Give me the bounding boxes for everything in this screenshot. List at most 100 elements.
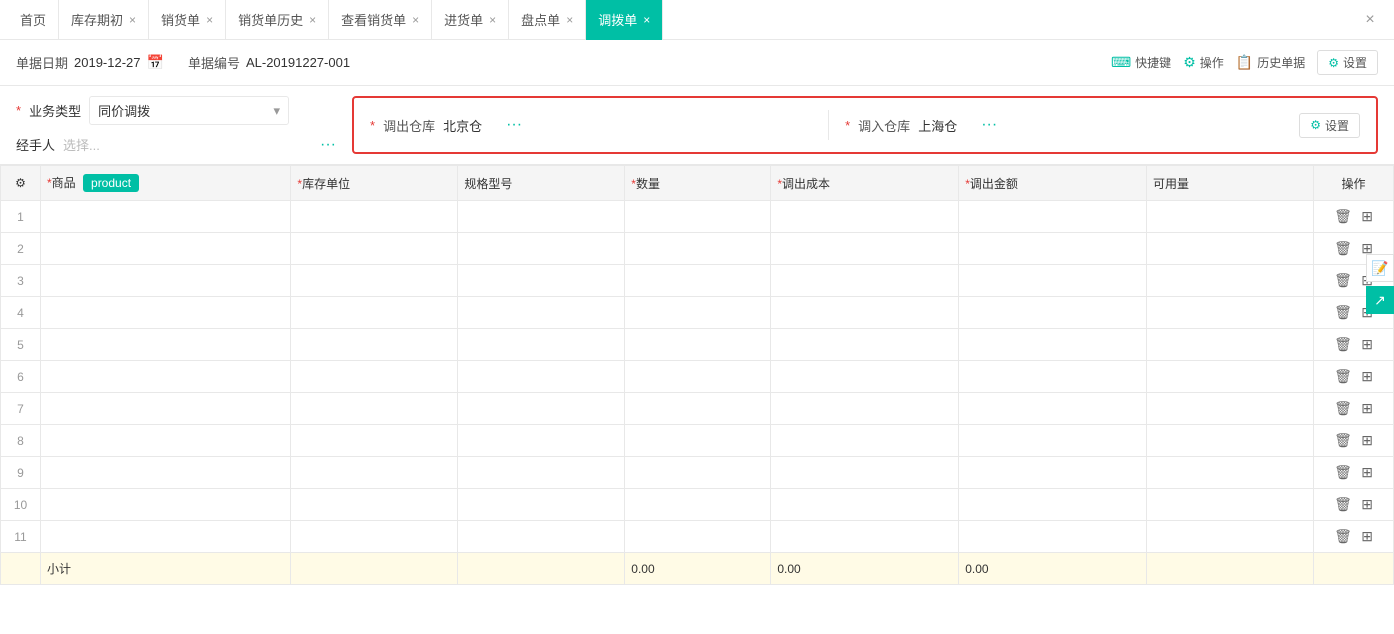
- row-available[interactable]: [1147, 233, 1314, 265]
- row-cost[interactable]: [771, 393, 959, 425]
- delete-button[interactable]: 🗑: [1331, 464, 1355, 481]
- row-qty[interactable]: [625, 521, 771, 553]
- row-cost[interactable]: [771, 329, 959, 361]
- operation-action[interactable]: ⚙ 操作: [1183, 54, 1224, 71]
- tab-sales-history[interactable]: 销货单历史 ×: [226, 0, 329, 40]
- row-qty[interactable]: [625, 361, 771, 393]
- row-amount[interactable]: [959, 361, 1147, 393]
- row-available[interactable]: [1147, 489, 1314, 521]
- row-qty[interactable]: [625, 329, 771, 361]
- row-qty[interactable]: [625, 425, 771, 457]
- delete-button[interactable]: 🗑: [1331, 208, 1355, 225]
- row-cost[interactable]: [771, 361, 959, 393]
- row-amount[interactable]: [959, 265, 1147, 297]
- row-product[interactable]: [41, 361, 291, 393]
- row-unit[interactable]: [291, 297, 458, 329]
- row-qty[interactable]: [625, 457, 771, 489]
- row-unit[interactable]: [291, 457, 458, 489]
- row-unit[interactable]: [291, 425, 458, 457]
- delete-button[interactable]: 🗑: [1331, 496, 1355, 513]
- close-icon[interactable]: ×: [309, 14, 316, 26]
- copy-button[interactable]: ⊞: [1358, 432, 1376, 449]
- tab-view-sales[interactable]: 查看销货单 ×: [329, 0, 432, 40]
- row-cost[interactable]: [771, 297, 959, 329]
- row-product[interactable]: [41, 297, 291, 329]
- delete-button[interactable]: 🗑: [1331, 304, 1355, 321]
- business-type-select[interactable]: 同价调拨 ▾: [89, 96, 289, 125]
- tab-inventory-init[interactable]: 库存期初 ×: [59, 0, 149, 40]
- copy-button[interactable]: ⊞: [1358, 496, 1376, 513]
- row-qty[interactable]: [625, 265, 771, 297]
- tab-purchase[interactable]: 进货单 ×: [432, 0, 509, 40]
- row-unit[interactable]: [291, 521, 458, 553]
- window-close-button[interactable]: ×: [1354, 4, 1386, 36]
- row-amount[interactable]: [959, 233, 1147, 265]
- copy-button[interactable]: ⊞: [1358, 336, 1376, 353]
- row-available[interactable]: [1147, 361, 1314, 393]
- row-cost[interactable]: [771, 425, 959, 457]
- row-unit[interactable]: [291, 201, 458, 233]
- row-cost[interactable]: [771, 521, 959, 553]
- row-spec[interactable]: [458, 265, 625, 297]
- row-available[interactable]: [1147, 297, 1314, 329]
- row-amount[interactable]: [959, 521, 1147, 553]
- row-amount[interactable]: [959, 489, 1147, 521]
- row-qty[interactable]: [625, 201, 771, 233]
- copy-button[interactable]: ⊞: [1358, 528, 1376, 545]
- delete-button[interactable]: 🗑: [1331, 272, 1355, 289]
- calendar-icon[interactable]: 📅: [147, 54, 164, 71]
- delete-button[interactable]: 🗑: [1331, 400, 1355, 417]
- row-unit[interactable]: [291, 361, 458, 393]
- row-product[interactable]: [41, 489, 291, 521]
- handler-more-button[interactable]: ···: [320, 136, 336, 154]
- delete-button[interactable]: 🗑: [1331, 528, 1355, 545]
- copy-button[interactable]: ⊞: [1358, 208, 1376, 225]
- row-amount[interactable]: [959, 297, 1147, 329]
- row-qty[interactable]: [625, 297, 771, 329]
- row-amount[interactable]: [959, 393, 1147, 425]
- row-available[interactable]: [1147, 457, 1314, 489]
- close-icon[interactable]: ×: [129, 14, 136, 26]
- row-cost[interactable]: [771, 233, 959, 265]
- row-product[interactable]: [41, 393, 291, 425]
- delete-button[interactable]: 🗑: [1331, 336, 1355, 353]
- row-amount[interactable]: [959, 201, 1147, 233]
- scan-button[interactable]: product: [83, 174, 139, 192]
- row-unit[interactable]: [291, 393, 458, 425]
- row-available[interactable]: [1147, 521, 1314, 553]
- row-spec[interactable]: [458, 201, 625, 233]
- row-spec[interactable]: [458, 329, 625, 361]
- row-cost[interactable]: [771, 489, 959, 521]
- sidebar-export-button[interactable]: ↗: [1366, 286, 1394, 314]
- row-spec[interactable]: [458, 361, 625, 393]
- row-amount[interactable]: [959, 457, 1147, 489]
- close-icon[interactable]: ×: [412, 14, 419, 26]
- handler-input[interactable]: 选择...: [63, 135, 100, 154]
- copy-button[interactable]: ⊞: [1358, 400, 1376, 417]
- row-product[interactable]: [41, 329, 291, 361]
- row-unit[interactable]: [291, 489, 458, 521]
- row-available[interactable]: [1147, 393, 1314, 425]
- row-cost[interactable]: [771, 265, 959, 297]
- row-spec[interactable]: [458, 233, 625, 265]
- row-amount[interactable]: [959, 425, 1147, 457]
- row-spec[interactable]: [458, 457, 625, 489]
- row-spec[interactable]: [458, 297, 625, 329]
- delete-button[interactable]: 🗑: [1331, 432, 1355, 449]
- close-icon[interactable]: ×: [566, 14, 573, 26]
- row-spec[interactable]: [458, 521, 625, 553]
- warehouse-setting-button[interactable]: ⚙ 设置: [1299, 113, 1360, 138]
- row-unit[interactable]: [291, 329, 458, 361]
- row-spec[interactable]: [458, 425, 625, 457]
- row-product[interactable]: [41, 233, 291, 265]
- row-product[interactable]: [41, 521, 291, 553]
- row-available[interactable]: [1147, 425, 1314, 457]
- setting-button[interactable]: ⚙ 设置: [1317, 50, 1378, 75]
- row-amount[interactable]: [959, 329, 1147, 361]
- tab-home[interactable]: 首页: [8, 0, 59, 40]
- row-unit[interactable]: [291, 233, 458, 265]
- th-settings[interactable]: ⚙: [1, 166, 41, 201]
- row-qty[interactable]: [625, 489, 771, 521]
- row-product[interactable]: [41, 457, 291, 489]
- close-icon[interactable]: ×: [206, 14, 213, 26]
